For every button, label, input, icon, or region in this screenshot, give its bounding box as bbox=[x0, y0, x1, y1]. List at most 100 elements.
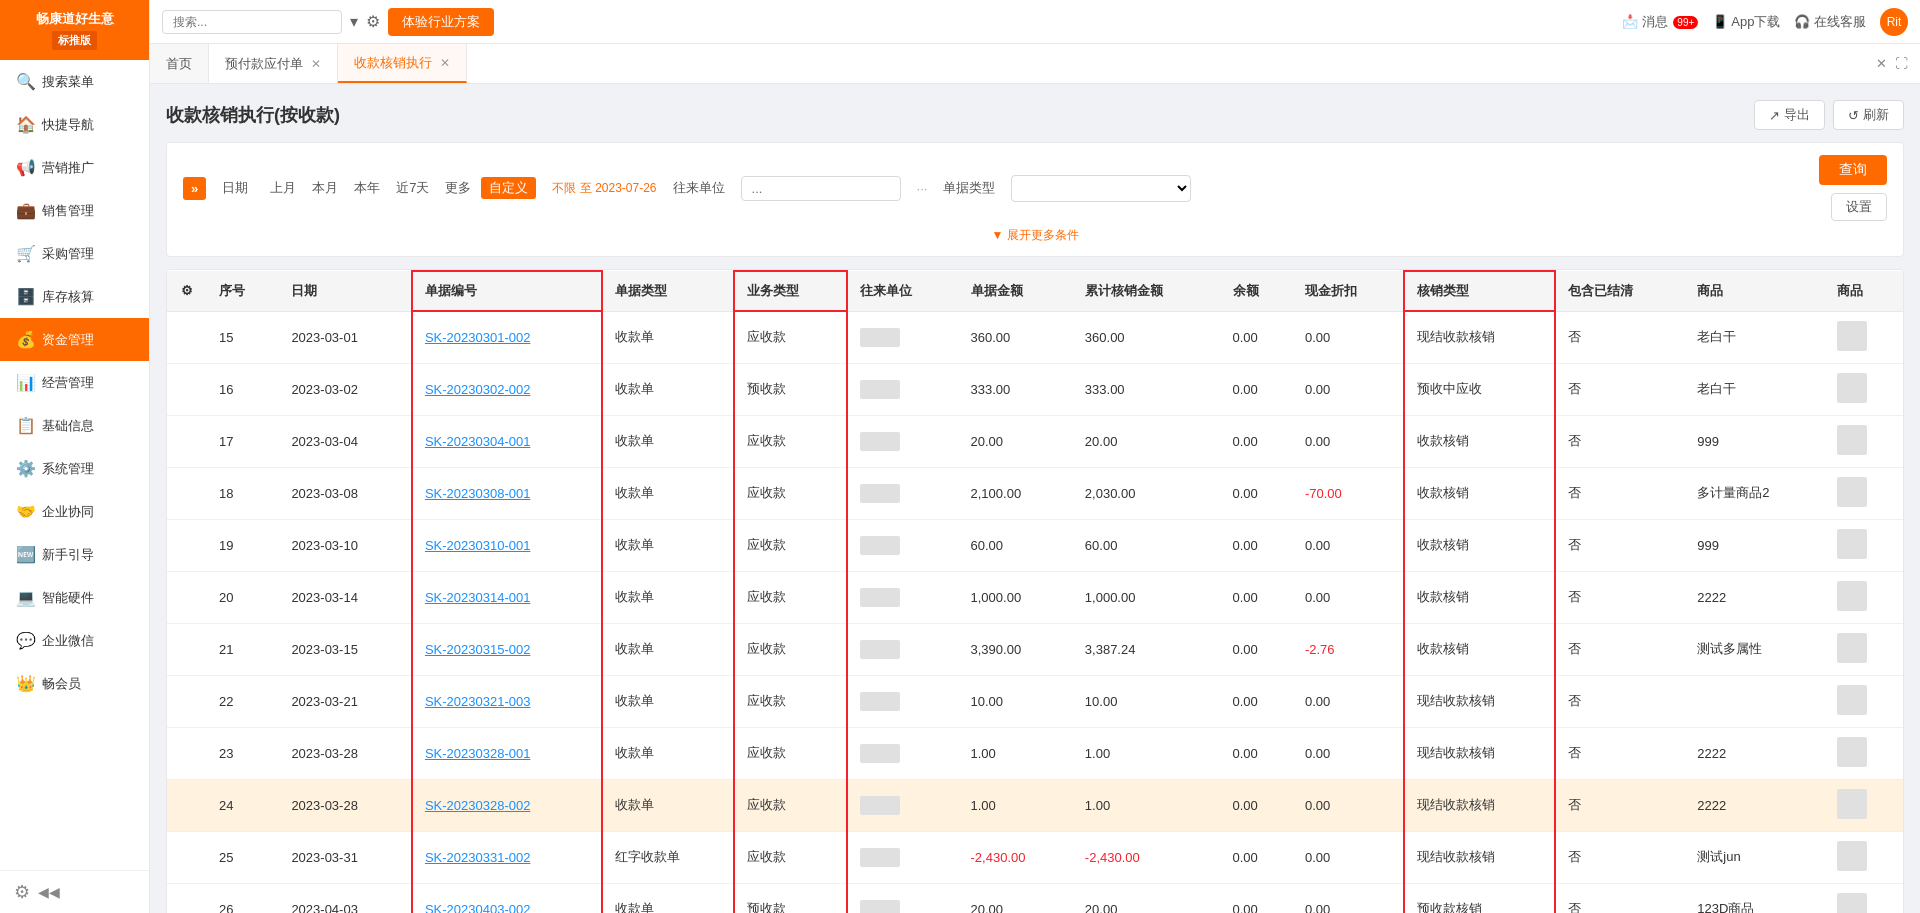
cell-writeoff-type: 现结收款核销 bbox=[1404, 675, 1555, 727]
this-year-btn[interactable]: 本年 bbox=[348, 177, 386, 199]
sidebar-item-enterprise[interactable]: 🤝企业协同 bbox=[0, 490, 149, 533]
voucher-no-link[interactable]: SK-20230331-002 bbox=[425, 850, 531, 865]
voucher-no-link[interactable]: SK-20230301-002 bbox=[425, 330, 531, 345]
user-avatar[interactable]: Rit bbox=[1880, 8, 1908, 36]
sidebar-marketing-label: 营销推广 bbox=[42, 159, 94, 177]
table-row: 26 2023-04-03 SK-20230403-002 收款单 预收款 20… bbox=[167, 883, 1903, 913]
tab-expand-icon[interactable]: ⛶ bbox=[1895, 56, 1908, 71]
table-row: 25 2023-03-31 SK-20230331-002 红字收款单 应收款 … bbox=[167, 831, 1903, 883]
voucher-no-link[interactable]: SK-20230302-002 bbox=[425, 382, 531, 397]
sidebar-item-newguide[interactable]: 🆕新手引导 bbox=[0, 533, 149, 576]
filter-collapse-icon[interactable]: » bbox=[183, 177, 206, 200]
this-month-btn[interactable]: 本月 bbox=[306, 177, 344, 199]
cell-settings bbox=[167, 519, 207, 571]
cell-voucher-no: SK-20230403-002 bbox=[412, 883, 602, 913]
cell-balance: 0.00 bbox=[1221, 779, 1293, 831]
voucher-no-link[interactable]: SK-20230328-001 bbox=[425, 746, 531, 761]
search-input[interactable] bbox=[162, 10, 342, 34]
sidebar-item-inventory[interactable]: 🗄️库存核算 bbox=[0, 275, 149, 318]
voucher-no-link[interactable]: SK-20230310-001 bbox=[425, 538, 531, 553]
cell-settings bbox=[167, 415, 207, 467]
tab-prepay[interactable]: 预付款应付单 ✕ bbox=[209, 44, 338, 83]
sidebar-item-basic[interactable]: 📋基础信息 bbox=[0, 404, 149, 447]
col-settings[interactable]: ⚙ bbox=[167, 271, 207, 311]
sidebar-item-guide[interactable]: 🏠快捷导航 bbox=[0, 103, 149, 146]
cell-product2 bbox=[1825, 779, 1903, 831]
tab-prepay-close-icon[interactable]: ✕ bbox=[311, 57, 321, 71]
table-row: 20 2023-03-14 SK-20230314-001 收款单 应收款 1,… bbox=[167, 571, 1903, 623]
cell-biz-type: 应收款 bbox=[734, 415, 847, 467]
logo-text: 畅康道好生意 bbox=[36, 10, 114, 28]
cell-cash-discount: -2.76 bbox=[1293, 623, 1405, 675]
sidebar-item-purchase[interactable]: 🛒采购管理 bbox=[0, 232, 149, 275]
cell-amount: -2,430.00 bbox=[959, 831, 1073, 883]
col-cumulative: 累计核销金额 bbox=[1073, 271, 1221, 311]
last7days-btn[interactable]: 近7天 bbox=[390, 177, 435, 199]
column-settings-icon[interactable]: ⚙ bbox=[181, 283, 193, 298]
col-date: 日期 bbox=[279, 271, 411, 311]
logo-sub: 标推版 bbox=[52, 31, 97, 50]
tab-collection[interactable]: 收款核销执行 ✕ bbox=[338, 44, 467, 83]
cell-balance: 0.00 bbox=[1221, 467, 1293, 519]
sidebar-item-wechat[interactable]: 💬企业微信 bbox=[0, 619, 149, 662]
voucher-no-link[interactable]: SK-20230314-001 bbox=[425, 590, 531, 605]
refresh-button[interactable]: ↺ 刷新 bbox=[1833, 100, 1904, 130]
cell-balance: 0.00 bbox=[1221, 675, 1293, 727]
cell-balance: 0.00 bbox=[1221, 623, 1293, 675]
cell-include-settled: 否 bbox=[1555, 467, 1685, 519]
cell-seq: 20 bbox=[207, 571, 279, 623]
tab-close-all-icon[interactable]: ✕ bbox=[1876, 56, 1887, 71]
collapse-icon[interactable]: ◀◀ bbox=[38, 884, 60, 900]
cell-settings bbox=[167, 623, 207, 675]
tab-collection-close-icon[interactable]: ✕ bbox=[440, 56, 450, 70]
setting-button[interactable]: 设置 bbox=[1831, 193, 1887, 221]
cell-cash-discount: 0.00 bbox=[1293, 311, 1405, 363]
sidebar-item-sales[interactable]: 💼销售管理 bbox=[0, 189, 149, 232]
cell-settings bbox=[167, 779, 207, 831]
cell-writeoff-type: 现结收款核销 bbox=[1404, 311, 1555, 363]
message-label[interactable]: 📩 消息 99+ bbox=[1622, 13, 1698, 31]
partner-filter-input[interactable] bbox=[741, 176, 901, 201]
cell-balance: 0.00 bbox=[1221, 727, 1293, 779]
cell-product1: 999 bbox=[1685, 519, 1824, 571]
cell-settings bbox=[167, 363, 207, 415]
sidebar-member-icon: 👑 bbox=[16, 674, 34, 693]
voucher-no-link[interactable]: SK-20230321-003 bbox=[425, 694, 531, 709]
industry-solution-button[interactable]: 体验行业方案 bbox=[388, 8, 494, 36]
settings-gear-icon[interactable]: ⚙ bbox=[366, 12, 380, 31]
settings-icon[interactable]: ⚙ bbox=[14, 881, 30, 903]
voucher-no-link[interactable]: SK-20230304-001 bbox=[425, 434, 531, 449]
online-service-link[interactable]: 🎧 在线客服 bbox=[1794, 13, 1866, 31]
sidebar-item-operation[interactable]: 📊经营管理 bbox=[0, 361, 149, 404]
custom-date-btn[interactable]: 自定义 bbox=[481, 177, 536, 199]
cell-cumulative: -2,430.00 bbox=[1073, 831, 1221, 883]
query-button[interactable]: 查询 bbox=[1819, 155, 1887, 185]
voucher-no-link[interactable]: SK-20230328-002 bbox=[425, 798, 531, 813]
cell-writeoff-type: 收款核销 bbox=[1404, 415, 1555, 467]
voucher-type-filter-select[interactable] bbox=[1011, 175, 1191, 202]
sidebar-newguide-icon: 🆕 bbox=[16, 545, 34, 564]
voucher-no-link[interactable]: SK-20230315-002 bbox=[425, 642, 531, 657]
sidebar-item-marketing[interactable]: 📢营销推广 bbox=[0, 146, 149, 189]
cell-amount: 60.00 bbox=[959, 519, 1073, 571]
cell-product1: 2222 bbox=[1685, 727, 1824, 779]
voucher-no-link[interactable]: SK-20230308-001 bbox=[425, 486, 531, 501]
topbar-right: 📩 消息 99+ 📱 App下载 🎧 在线客服 Rit bbox=[1622, 8, 1908, 36]
more-date-btn[interactable]: 更多 bbox=[439, 177, 477, 199]
voucher-no-link[interactable]: SK-20230403-002 bbox=[425, 902, 531, 914]
cell-biz-type: 应收款 bbox=[734, 831, 847, 883]
chevron-down-icon[interactable]: ▾ bbox=[350, 12, 358, 31]
sidebar-item-search[interactable]: 🔍搜索菜单 bbox=[0, 60, 149, 103]
sidebar-item-member[interactable]: 👑畅会员 bbox=[0, 662, 149, 705]
sidebar-item-finance[interactable]: 💰资金管理 bbox=[0, 318, 149, 361]
cell-cumulative: 360.00 bbox=[1073, 311, 1221, 363]
tab-home[interactable]: 首页 bbox=[150, 44, 209, 83]
expand-more-conditions-btn[interactable]: ▼ 展开更多条件 bbox=[991, 227, 1078, 244]
sidebar-item-system[interactable]: ⚙️系统管理 bbox=[0, 447, 149, 490]
last-month-btn[interactable]: 上月 bbox=[264, 177, 302, 199]
sidebar-item-hardware[interactable]: 💻智能硬件 bbox=[0, 576, 149, 619]
app-download-link[interactable]: 📱 App下载 bbox=[1712, 13, 1780, 31]
export-button[interactable]: ↗ 导出 bbox=[1754, 100, 1825, 130]
cell-cash-discount: 0.00 bbox=[1293, 363, 1405, 415]
cell-voucher-type: 收款单 bbox=[602, 675, 734, 727]
